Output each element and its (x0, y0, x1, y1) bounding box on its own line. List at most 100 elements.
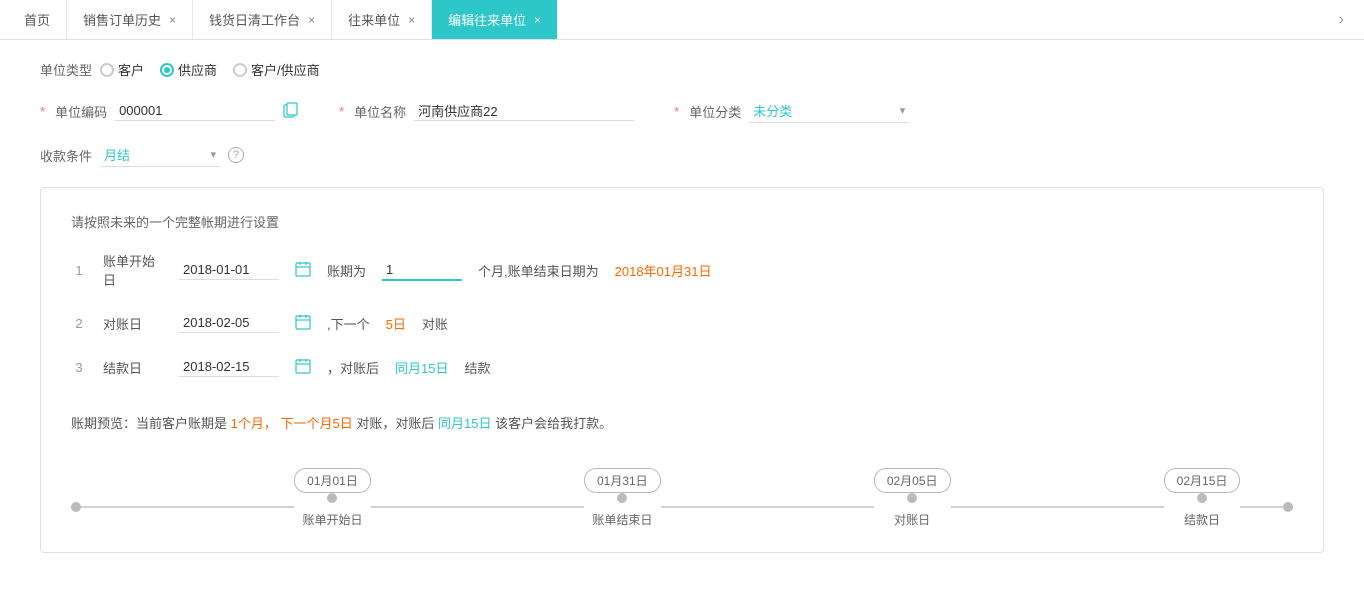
tl-line-1 (81, 506, 294, 508)
payment-condition-value: 月结 (104, 145, 210, 164)
tab-home[interactable]: 首页 (8, 0, 67, 39)
unit-info-row: * 单位编码 * 单位名称 * 单位分类 未分类 ▾ (40, 99, 1324, 123)
tab-edit-partner[interactable]: 编辑往来单位 × (432, 0, 558, 39)
radio-circle-customer (100, 63, 114, 77)
tab-edit-partner-label: 编辑往来单位 (448, 10, 526, 29)
tl-line-4 (951, 506, 1164, 508)
account-preview: 账期预览：当前客户账期是 1个月， 下一个月5日 对账，对账后 同月15日 该客… (71, 401, 1293, 444)
period-index-3: 3 (71, 360, 87, 375)
radio-circle-supplier (160, 63, 174, 77)
radio-group-unit-type: 客户 供应商 客户/供应商 (100, 60, 320, 79)
radio-both[interactable]: 客户/供应商 (233, 60, 320, 79)
tl-line-end (1240, 506, 1283, 508)
period-row-3: 3 结款日 2018-02-15 ，对账后 同月15日 结款 (71, 357, 1293, 377)
preview-payment-day: 同月15日 (438, 416, 491, 431)
period-row-1: 1 账单开始日 2018-01-01 账期为 个月,账单结束日期为 2018年0… (71, 251, 1293, 289)
tl-badge-4: 02月15日 (1164, 468, 1241, 493)
tl-label-4: 结款日 (1184, 511, 1220, 528)
tl-badge-2: 01月31日 (584, 468, 661, 493)
close-icon[interactable]: × (534, 13, 541, 27)
radio-both-label: 客户/供应商 (251, 60, 320, 79)
timeline-point-2: 01月31日 账单结束日 (584, 468, 661, 528)
period-index-2: 2 (71, 316, 87, 331)
tl-label-2: 账单结束日 (592, 511, 652, 528)
period-date-2: 2018-02-05 (179, 313, 279, 333)
tl-line-2 (371, 506, 584, 508)
preview-end: 该客户会给我打款。 (495, 416, 612, 431)
close-icon[interactable]: × (169, 13, 176, 27)
chevron-down-icon-2: ▾ (210, 148, 216, 161)
chevron-down-icon: ▾ (900, 104, 906, 117)
preview-reconcile-desc: 对账，对账后 (356, 416, 434, 431)
required-star-3: * (674, 104, 679, 119)
unit-category-value: 未分类 (753, 101, 899, 120)
period-desc-prefix-1: 账期为 (327, 261, 366, 280)
unit-category-group: * 单位分类 未分类 ▾ (674, 99, 909, 123)
help-icon[interactable]: ? (228, 147, 244, 163)
tab-cash-ledger-label: 钱货日清工作台 (209, 10, 300, 29)
preview-months: 1个月， (231, 416, 277, 431)
tl-badge-3: 02月05日 (874, 468, 951, 493)
unit-category-select[interactable]: 未分类 ▾ (749, 99, 909, 123)
copy-icon[interactable] (283, 102, 299, 121)
timeline-start-dot (71, 484, 81, 512)
timeline-end-dot (1283, 484, 1293, 512)
period-end-date: 2018年01月31日 (615, 261, 712, 280)
unit-name-group: * 单位名称 (339, 101, 634, 121)
unit-code-input[interactable] (115, 101, 275, 121)
tab-home-label: 首页 (24, 10, 50, 29)
timeline-point-4: 02月15日 结款日 (1164, 468, 1241, 528)
radio-supplier-label: 供应商 (178, 60, 217, 79)
radio-supplier[interactable]: 供应商 (160, 60, 217, 79)
radio-circle-both (233, 63, 247, 77)
timeline-point-1: 01月01日 账单开始日 (294, 468, 371, 528)
tab-bar: 首页 销售订单历史 × 钱货日清工作台 × 往来单位 × 编辑往来单位 × › (0, 0, 1364, 40)
period-highlight-day-3: 同月15日 (395, 358, 448, 377)
tab-partner-units-label: 往来单位 (348, 10, 400, 29)
calendar-icon-3[interactable] (295, 358, 311, 377)
tab-sales-history[interactable]: 销售订单历史 × (67, 0, 193, 39)
close-icon[interactable]: × (408, 13, 415, 27)
tl-badge-1: 01月01日 (294, 468, 371, 493)
tl-label-1: 账单开始日 (302, 511, 362, 528)
period-date-1: 2018-01-01 (179, 260, 279, 280)
tab-more-button[interactable]: › (1327, 11, 1356, 29)
period-title: 请按照未来的一个完整帐期进行设置 (71, 212, 1293, 231)
preview-reconcile-day: 下一个月5日 (281, 416, 353, 431)
radio-customer-label: 客户 (118, 60, 144, 79)
period-months-input[interactable] (382, 260, 462, 281)
required-star-2: * (339, 104, 344, 119)
tl-line-3 (661, 506, 874, 508)
unit-name-label: 单位名称 (354, 102, 406, 121)
unit-category-label: 单位分类 (689, 102, 741, 121)
payment-condition-label: 收款条件 (40, 146, 92, 165)
close-icon[interactable]: × (308, 13, 315, 27)
unit-code-group: * 单位编码 (40, 101, 299, 121)
radio-customer[interactable]: 客户 (100, 60, 144, 79)
unit-type-group: 单位类型 客户 供应商 客户/供应商 (40, 60, 320, 79)
unit-type-row: 单位类型 客户 供应商 客户/供应商 (40, 60, 1324, 79)
required-star: * (40, 104, 45, 119)
period-field-label-2: 对账日 (103, 314, 163, 333)
calendar-icon-2[interactable] (295, 314, 311, 333)
period-date-3: 2018-02-15 (179, 357, 279, 377)
period-field-label-3: 结款日 (103, 358, 163, 377)
preview-label: 账期预览：当前客户账期是 (71, 416, 227, 431)
period-row-2: 2 对账日 2018-02-05 ,下一个 5日 对账 (71, 313, 1293, 333)
period-index-1: 1 (71, 263, 87, 278)
period-desc-3: ，对账后 (327, 358, 379, 377)
unit-name-input[interactable] (414, 101, 634, 121)
payment-condition-select[interactable]: 月结 ▾ (100, 143, 220, 167)
payment-condition-row: 收款条件 月结 ▾ ? (40, 143, 1324, 167)
tab-sales-history-label: 销售订单历史 (83, 10, 161, 29)
period-desc-suffix-3: 结款 (464, 358, 490, 377)
tab-cash-ledger[interactable]: 钱货日清工作台 × (193, 0, 332, 39)
timeline-point-3: 02月05日 对账日 (874, 468, 951, 528)
unit-type-label: 单位类型 (40, 60, 92, 79)
period-field-label-1: 账单开始日 (103, 251, 163, 289)
period-box: 请按照未来的一个完整帐期进行设置 1 账单开始日 2018-01-01 账期为 … (40, 187, 1324, 553)
period-desc-suffix-1: 个月,账单结束日期为 (478, 261, 599, 280)
calendar-icon-1[interactable] (295, 261, 311, 280)
tab-partner-units[interactable]: 往来单位 × (332, 0, 432, 39)
tl-label-3: 对账日 (894, 511, 930, 528)
